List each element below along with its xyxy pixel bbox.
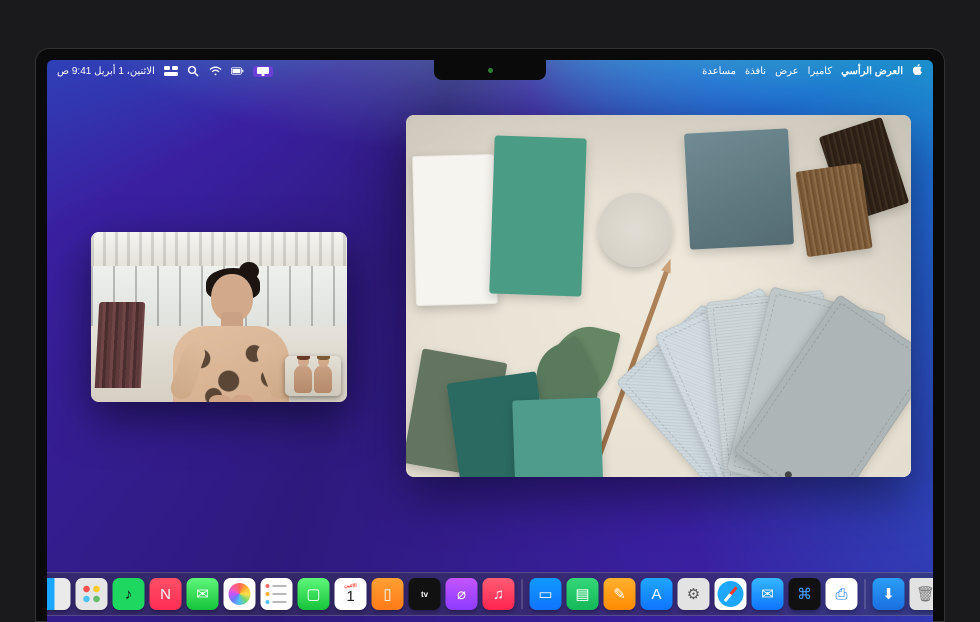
screen-share-indicator-icon[interactable] [253,66,273,77]
menu-help[interactable]: مساعدة [702,66,736,77]
facetime-main-feed [91,232,347,402]
dock-keynote-icon[interactable]: ▭ [530,578,562,610]
menu-app-name[interactable]: العرض الرأسي [841,66,903,77]
apple-menu-icon[interactable] [912,64,923,78]
dock-finder-icon[interactable] [47,578,71,610]
dock-preview-icon[interactable]: ⎙ [826,578,858,610]
dock-messages-icon[interactable]: ✉︎ [187,578,219,610]
clothing-rack [95,302,146,388]
dock-music-icon[interactable]: ♫ [483,578,515,610]
pip-participant [294,365,312,393]
sample-swatch [489,135,586,296]
facetime-window[interactable] [91,232,347,402]
menu-view[interactable]: عرض [775,66,799,77]
background-ceiling [91,232,347,268]
dock-numbers-icon[interactable]: ▤ [567,578,599,610]
spotlight-icon[interactable] [187,66,200,77]
pip-participant [314,365,332,393]
dock-mail-icon[interactable]: ✉︎ [752,578,784,610]
dock-news-icon[interactable]: N [150,578,182,610]
dock-launchpad-icon[interactable] [76,578,108,610]
dock-safari-icon[interactable] [715,578,747,610]
dock-downloads-icon[interactable]: ⬇︎ [873,578,905,610]
dock-settings-icon[interactable]: ⚙︎ [678,578,710,610]
laptop-frame: الاثنين، 1 أبريل 9:41 ص مساعدة [35,48,945,622]
menu-camera[interactable]: كاميرا [808,66,832,77]
dock-trash-icon[interactable]: 🗑︎ [910,578,934,610]
dock-separator [865,579,866,609]
wood-sample [795,163,872,257]
dock-xcode-icon[interactable]: ⌘ [789,578,821,610]
dock-spotify-icon[interactable]: ♪ [113,578,145,610]
dock-pages-icon[interactable]: ✎ [604,578,636,610]
desk-view-content [406,115,911,477]
menu-bar-clock[interactable]: الاثنين، 1 أبريل 9:41 ص [57,66,155,77]
facetime-pip[interactable] [285,356,341,396]
dock-separator [522,579,523,609]
menu-bar-app-menus: مساعدة نافذة عرض كاميرا العرض الرأسي [702,64,923,78]
dock-facetime-icon[interactable]: ▢ [298,578,330,610]
battery-icon[interactable] [231,66,244,77]
control-center-icon[interactable] [164,66,178,76]
participant-main [173,268,289,402]
wifi-icon[interactable] [209,66,222,77]
dock-books-icon[interactable]: ▯ [372,578,404,610]
menu-window[interactable]: نافذة [745,66,766,77]
menu-bar-status-area: الاثنين، 1 أبريل 9:41 ص [57,66,273,77]
dock-reminders-icon[interactable] [261,578,293,610]
display-notch [434,60,546,80]
desktop-screen: الاثنين، 1 أبريل 9:41 ص مساعدة [47,60,933,622]
sample-swatch [512,397,604,477]
appletv-label: tv [421,590,428,599]
stone-disc [598,193,672,267]
dock-appletv-icon[interactable]: tv [409,578,441,610]
dock-calendar-icon[interactable]: الاثنين 1 [335,578,367,610]
dock-appstore-icon[interactable]: A [641,578,673,610]
fabric-fan [605,259,891,477]
dock-photos-icon[interactable] [224,578,256,610]
desk-view-window[interactable] [406,115,911,477]
dock: ♪ N ✉︎ ▢ الاثنين 1 ▯ tv ⌀ ♫ ▭ ▤ ✎ A ⚙︎ ✉… [47,572,933,616]
sample-swatch [412,154,498,306]
sample-swatch [684,128,794,249]
calendar-day: 1 [346,589,354,604]
dock-podcasts-icon[interactable]: ⌀ [446,578,478,610]
